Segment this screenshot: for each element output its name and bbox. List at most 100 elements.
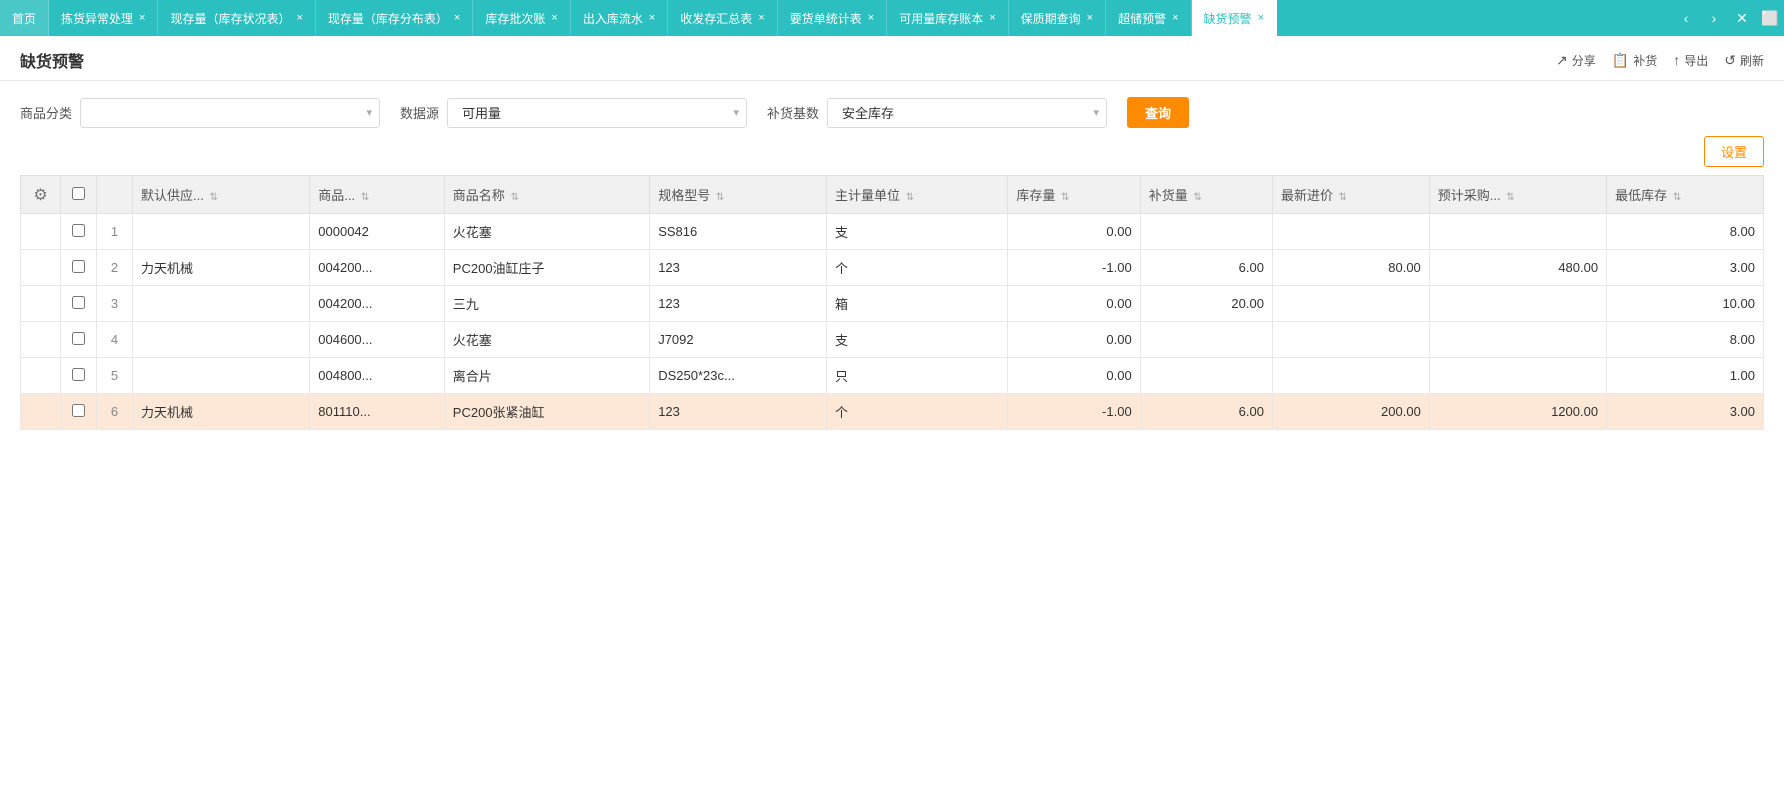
tab-batch[interactable]: 库存批次账 × <box>473 0 570 36</box>
table-row: 3 004200... 三九 123 箱 0.00 20.00 10.00 <box>21 286 1764 322</box>
row-replenish <box>1140 322 1272 358</box>
row-min-stock: 3.00 <box>1607 250 1764 286</box>
row-latest-price: 80.00 <box>1272 250 1429 286</box>
col-stock-sort-icon: ⇅ <box>1061 192 1069 203</box>
tab-overstock-close[interactable]: × <box>1172 12 1178 24</box>
category-select[interactable] <box>80 98 380 128</box>
tab-shortage-label: 缺货预警 <box>1204 10 1252 27</box>
row-replenish: 6.00 <box>1140 250 1272 286</box>
row-checkbox-cell <box>61 286 97 322</box>
window-close-btn[interactable]: ✕ <box>1728 0 1756 36</box>
row-supplier: 力天机械 <box>133 250 310 286</box>
refresh-label: 刷新 <box>1740 52 1764 69</box>
tab-picking[interactable]: 拣货异常处理 × <box>49 0 158 36</box>
share-label: 分享 <box>1572 52 1596 69</box>
tab-expiry-close[interactable]: × <box>1087 12 1093 24</box>
page-header: 缺货预警 ↗ 分享 📋 补货 ↑ 导出 ↺ 刷新 <box>0 36 1784 81</box>
tab-prev-btn[interactable]: ‹ <box>1672 0 1700 36</box>
main-content: 缺货预警 ↗ 分享 📋 补货 ↑ 导出 ↺ 刷新 商品分类 <box>0 36 1784 796</box>
tab-order-stats-close[interactable]: × <box>868 12 874 24</box>
tab-order-stats[interactable]: 要货单统计表 × <box>778 0 887 36</box>
row-min-stock: 8.00 <box>1607 214 1764 250</box>
row-unit: 个 <box>827 394 1008 430</box>
row-latest-price <box>1272 322 1429 358</box>
tab-available-close[interactable]: × <box>989 12 995 24</box>
row-code: 004200... <box>310 286 445 322</box>
col-num <box>97 176 133 214</box>
replenish-base-select[interactable]: 安全库存 <box>827 98 1107 128</box>
col-stock[interactable]: 库存量 ⇅ <box>1008 176 1140 214</box>
row-stock: 0.00 <box>1008 286 1140 322</box>
tab-inout-close[interactable]: × <box>649 12 655 24</box>
col-spec[interactable]: 规格型号 ⇅ <box>650 176 827 214</box>
datasource-select[interactable]: 可用量 <box>447 98 747 128</box>
tab-shortage-close[interactable]: × <box>1258 12 1264 24</box>
window-restore-btn[interactable]: ⬜ <box>1756 0 1784 36</box>
select-all-checkbox[interactable] <box>72 187 85 200</box>
col-name-label: 商品名称 <box>453 188 505 203</box>
tab-shortage[interactable]: 缺货预警 × <box>1192 0 1277 36</box>
row-stock: -1.00 <box>1008 250 1140 286</box>
row-checkbox[interactable] <box>72 224 85 237</box>
tab-home[interactable]: 首页 <box>0 0 49 36</box>
row-checkbox[interactable] <box>72 404 85 417</box>
tab-batch-close[interactable]: × <box>551 12 557 24</box>
col-unit[interactable]: 主计量单位 ⇅ <box>827 176 1008 214</box>
row-checkbox[interactable] <box>72 260 85 273</box>
col-min-stock[interactable]: 最低库存 ⇅ <box>1607 176 1764 214</box>
query-button[interactable]: 查询 <box>1127 97 1189 128</box>
row-min-stock: 8.00 <box>1607 322 1764 358</box>
tab-order-stats-label: 要货单统计表 <box>790 10 862 27</box>
row-stock: 0.00 <box>1008 214 1140 250</box>
row-est-purchase <box>1429 286 1606 322</box>
row-checkbox-cell <box>61 394 97 430</box>
tab-home-label: 首页 <box>12 10 36 27</box>
row-supplier: 力天机械 <box>133 394 310 430</box>
col-supplier[interactable]: 默认供应... ⇅ <box>133 176 310 214</box>
col-code-label: 商品... <box>318 188 355 203</box>
row-replenish: 6.00 <box>1140 394 1272 430</box>
settings-button[interactable]: 设置 <box>1704 136 1764 167</box>
col-latest-price-sort-icon: ⇅ <box>1339 192 1347 203</box>
tab-available[interactable]: 可用量库存账本 × <box>887 0 1008 36</box>
row-unit: 只 <box>827 358 1008 394</box>
tab-inventory-status[interactable]: 现存量（库存状况表） × <box>158 0 315 36</box>
row-gear-cell <box>21 322 61 358</box>
row-supplier <box>133 214 310 250</box>
tab-inventory-dist[interactable]: 现存量（库存分布表） × <box>316 0 473 36</box>
row-checkbox-cell <box>61 322 97 358</box>
replenish-button[interactable]: 📋 补货 <box>1612 52 1657 69</box>
datasource-filter-group: 数据源 可用量 ▾ <box>400 98 747 128</box>
col-code[interactable]: 商品... ⇅ <box>310 176 445 214</box>
row-replenish <box>1140 358 1272 394</box>
gear-button[interactable]: ⚙ <box>29 185 52 205</box>
row-code: 801110... <box>310 394 445 430</box>
replenish-base-label: 补货基数 <box>767 103 819 122</box>
col-name[interactable]: 商品名称 ⇅ <box>444 176 649 214</box>
datasource-label: 数据源 <box>400 103 439 122</box>
row-checkbox[interactable] <box>72 368 85 381</box>
row-spec: 123 <box>650 394 827 430</box>
row-checkbox[interactable] <box>72 296 85 309</box>
tab-inout[interactable]: 出入库流水 × <box>571 0 668 36</box>
tab-inventory-status-close[interactable]: × <box>296 12 302 24</box>
col-latest-price[interactable]: 最新进价 ⇅ <box>1272 176 1429 214</box>
refresh-button[interactable]: ↺ 刷新 <box>1724 52 1764 69</box>
share-button[interactable]: ↗ 分享 <box>1556 52 1596 69</box>
tab-expiry[interactable]: 保质期查询 × <box>1009 0 1106 36</box>
tab-picking-close[interactable]: × <box>139 12 145 24</box>
tab-summary[interactable]: 收发存汇总表 × <box>668 0 777 36</box>
tab-overstock[interactable]: 超储预警 × <box>1106 0 1191 36</box>
row-checkbox[interactable] <box>72 332 85 345</box>
tab-summary-close[interactable]: × <box>758 12 764 24</box>
row-code: 004200... <box>310 250 445 286</box>
tab-inventory-dist-close[interactable]: × <box>454 12 460 24</box>
export-label: 导出 <box>1684 52 1708 69</box>
tab-next-btn[interactable]: › <box>1700 0 1728 36</box>
category-select-wrapper: ▾ <box>80 98 380 128</box>
col-replenish[interactable]: 补货量 ⇅ <box>1140 176 1272 214</box>
col-min-stock-sort-icon: ⇅ <box>1673 192 1681 203</box>
col-est-purchase[interactable]: 预计采购... ⇅ <box>1429 176 1606 214</box>
row-est-purchase <box>1429 214 1606 250</box>
export-button[interactable]: ↑ 导出 <box>1673 52 1708 69</box>
